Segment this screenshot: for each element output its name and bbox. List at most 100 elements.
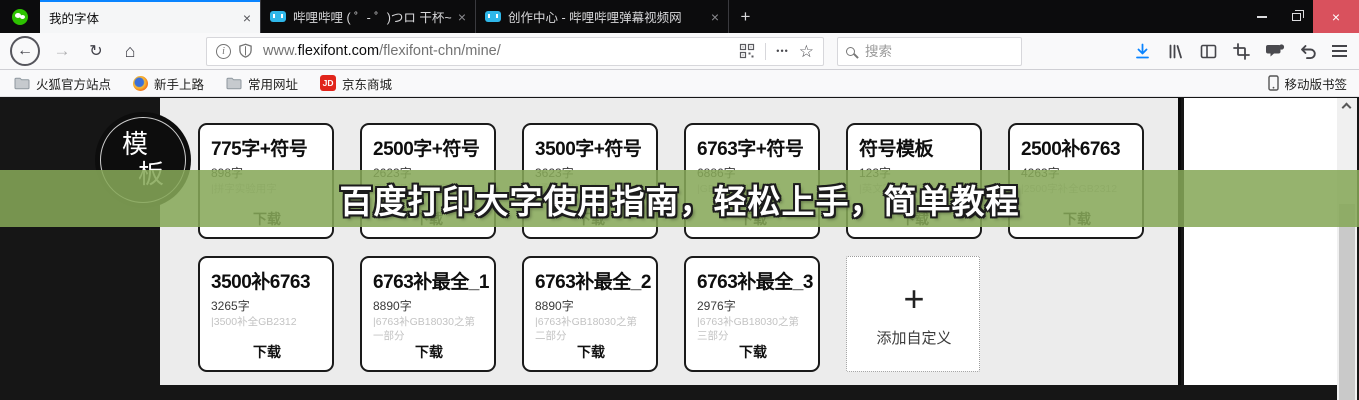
bookmark-label: 京东商城 (342, 77, 393, 92)
qr-code-icon[interactable] (739, 43, 755, 59)
restore-icon (1291, 9, 1304, 21)
undo-restore-icon[interactable] (1299, 43, 1318, 60)
card-title: 2500字+符号 (373, 139, 480, 160)
logo-text-line1: 模 (121, 130, 148, 160)
font-template-card: 6763补最全_1 8890字 |6763补GB18030之第一部分（共三部分）下载 (360, 256, 496, 372)
bookmark-star-icon[interactable]: ☆ (799, 43, 814, 60)
bookmark-folder-common-sites[interactable]: 常用网址 (226, 74, 298, 93)
plus-icon: + (903, 278, 925, 319)
bilibili-icon (270, 11, 286, 22)
tracking-shield-icon[interactable] (238, 43, 253, 59)
add-custom-card[interactable]: + 添加自定义 (846, 256, 980, 372)
tab-bar: 我的字体 × 哔哩哔哩 ( ゜- ゜)つロ 干杯~-b × 创作中心 - 哔哩哔… (0, 0, 1359, 33)
card-glyph-count: 8890字 (535, 299, 574, 313)
tab-title: 我的字体 (49, 12, 100, 26)
download-button[interactable]: 下载 (697, 342, 809, 362)
minimize-button[interactable] (1245, 0, 1279, 33)
card-description: |3500补全GB2312 (211, 316, 297, 328)
menu-button[interactable] (1332, 45, 1347, 57)
mobile-bookmarks-label: 移动版书签 (1284, 77, 1347, 92)
maximize-button[interactable] (1279, 0, 1313, 33)
template-card-row: 3500补6763 3265字 |3500补全GB2312 下载 6763补最全_1 88… (160, 256, 980, 372)
wechat-pinned-button[interactable] (0, 0, 40, 33)
tab-title: 哔哩哔哩 ( ゜- ゜)つロ 干杯~-b (293, 11, 452, 25)
card-title: 3500补6763 (211, 272, 311, 293)
page-margin (1184, 98, 1337, 385)
card-title: 2500补6763 (1021, 139, 1121, 160)
card-description: |6763补GB18030之第二部分（共三部分） (535, 316, 637, 342)
download-button[interactable]: 下载 (211, 342, 323, 362)
address-bar[interactable]: www.flexifont.com/flexifont-chn/mine/ ••… (206, 36, 824, 66)
tab-my-fonts[interactable]: 我的字体 × (40, 0, 260, 33)
add-custom-label: 添加自定义 (876, 330, 952, 347)
search-bar[interactable] (837, 36, 1022, 66)
banner-text: 百度打印大字使用指南，轻松上手，简单教程 (339, 182, 1020, 220)
card-title: 6763字+符号 (697, 139, 804, 160)
url-text: www.flexifont.com/flexifont-chn/mine/ (263, 43, 501, 59)
screenshot-button[interactable] (1232, 42, 1251, 61)
divider (765, 42, 767, 60)
search-input[interactable] (863, 42, 993, 60)
minimize-icon (1257, 15, 1267, 18)
tab-creation-center[interactable]: 创作中心 - 哔哩哔哩弹幕视频网 × (475, 0, 728, 33)
wechat-icon (12, 8, 28, 25)
sidebar-toggle-button[interactable] (1199, 42, 1218, 61)
bookmark-folder-firefox-sites[interactable]: 火狐官方站点 (14, 74, 111, 93)
font-template-card: 6763补最全_3 2976字 |6763补GB18030之第三部分（共三部分）下载 (684, 256, 820, 372)
font-template-card: 3500补6763 3265字 |3500补全GB2312 下载 (198, 256, 334, 372)
close-icon: × (1331, 8, 1341, 25)
card-glyph-count: 2976字 (697, 299, 736, 313)
font-template-card: 6763补最全_2 8890字 |6763补GB18030之第二部分（共三部分）下载 (522, 256, 658, 372)
bookmarks-toolbar: 火狐官方站点 新手上路 常用网址 JD 京东商城 移动版书签 (0, 70, 1359, 97)
browser-window: 我的字体 × 哔哩哔哩 ( ゜- ゜)つロ 干杯~-b × 创作中心 - 哔哩哔… (0, 0, 1359, 400)
new-tab-button[interactable]: + (728, 0, 762, 33)
bookmark-label: 火狐官方站点 (36, 77, 112, 92)
folder-icon (226, 77, 242, 89)
site-info-icon[interactable] (216, 43, 231, 59)
overlay-banner: 百度打印大字使用指南，轻松上手，简单教程 (0, 170, 1359, 227)
card-title: 符号模板 (859, 139, 934, 160)
window-controls: × (1245, 0, 1359, 33)
tab-title: 创作中心 - 哔哩哔哩弹幕视频网 (508, 11, 682, 25)
chat-bubbles-icon[interactable] (1265, 42, 1285, 60)
scroll-up-icon[interactable] (1341, 102, 1352, 113)
card-title: 6763补最全_1 (373, 272, 489, 293)
card-glyph-count: 3265字 (211, 299, 250, 313)
bookmark-jd-mall[interactable]: JD 京东商城 (320, 74, 392, 93)
tab-close-icon[interactable]: × (458, 9, 466, 25)
firefox-icon (133, 75, 149, 91)
card-title: 6763补最全_2 (535, 272, 651, 293)
tab-close-icon[interactable]: × (711, 9, 719, 25)
window-close-button[interactable]: × (1313, 0, 1359, 33)
back-button[interactable]: ← (10, 36, 40, 66)
tab-bilibili[interactable]: 哔哩哔哩 ( ゜- ゜)つロ 干杯~-b × (260, 0, 475, 33)
navigation-toolbar: ← → ↻ ⌂ www.flexifont.com/flexifont-chn/… (0, 33, 1359, 70)
home-button[interactable]: ⌂ (116, 41, 144, 62)
card-glyph-count: 8890字 (373, 299, 412, 313)
jd-icon: JD (320, 75, 337, 91)
mobile-bookmarks[interactable]: 移动版书签 (1268, 74, 1347, 93)
library-button[interactable] (1166, 42, 1185, 61)
tab-close-icon[interactable]: × (243, 10, 251, 26)
card-title: 6763补最全_3 (697, 272, 813, 293)
mobile-phone-icon (1268, 75, 1280, 91)
page-actions-icon[interactable]: ••• (776, 46, 788, 56)
bilibili-icon (485, 11, 501, 22)
reload-button[interactable]: ↻ (82, 41, 110, 61)
folder-icon (14, 77, 30, 89)
bookmark-label: 新手上路 (154, 77, 205, 92)
card-title: 3500字+符号 (535, 139, 642, 160)
bookmark-getting-started[interactable]: 新手上路 (133, 74, 204, 93)
scrollbar-thumb[interactable] (1339, 204, 1355, 400)
page-viewport: 模 板 775字+符号898字|拼字实验用字下载2500字+符号2623字|现代… (0, 98, 1359, 400)
download-button[interactable]: 下载 (373, 342, 485, 362)
page-scrollbar[interactable] (1337, 98, 1357, 400)
bookmark-label: 常用网址 (248, 77, 299, 92)
card-description: |6763补GB18030之第一部分（共三部分） (373, 316, 475, 342)
card-description: |6763补GB18030之第三部分（共三部分） (697, 316, 799, 342)
downloads-button[interactable] (1133, 42, 1152, 61)
card-title: 775字+符号 (211, 139, 308, 160)
forward-button: → (53, 41, 71, 60)
search-icon (846, 46, 855, 56)
download-button[interactable]: 下载 (535, 342, 647, 362)
